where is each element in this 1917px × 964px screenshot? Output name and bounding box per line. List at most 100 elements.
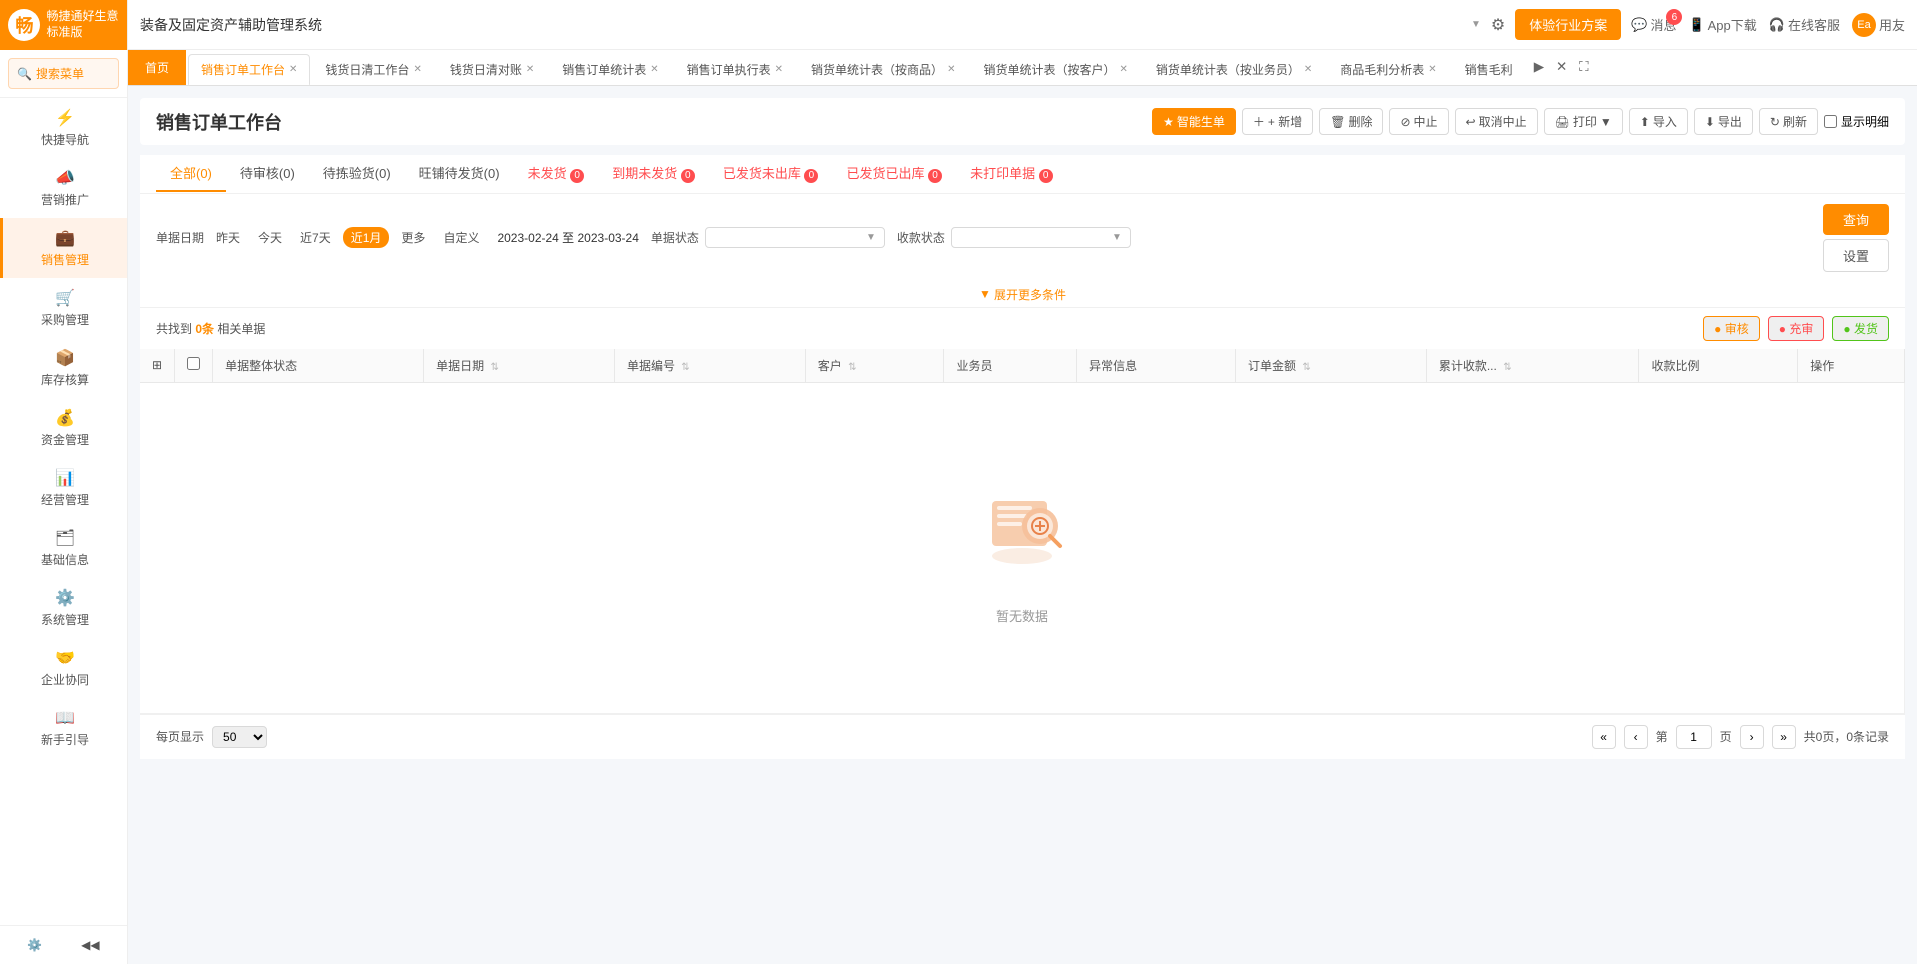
number-sort-icon[interactable]: ⇅ (681, 362, 689, 373)
tab-sales-summary-customer[interactable]: 销货单统计表（按客户） ✕ (970, 53, 1140, 85)
sub-tab-all[interactable]: 全部(0) (156, 155, 226, 192)
tab-sales-stats[interactable]: 销售订单统计表 ✕ (549, 53, 671, 85)
th-number[interactable]: 单据编号 ⇅ (614, 349, 805, 383)
tab-close-sales-order[interactable]: ✕ (289, 64, 297, 75)
tab-cash-daily[interactable]: 钱货日清工作台 ✕ (312, 53, 434, 85)
th-date[interactable]: 单据日期 ⇅ (424, 349, 615, 383)
tab-sales-summary-staff[interactable]: 销货单统计表（按业务员） ✕ (1143, 53, 1325, 85)
print-dropdown-arrow[interactable]: ▼ (1600, 115, 1612, 129)
date-option-more[interactable]: 更多 (395, 227, 431, 248)
sidebar-nav-system[interactable]: ⚙️ 系统管理 (0, 578, 127, 638)
sidebar-logo[interactable]: 畅 畅捷通好生意 标准版 (0, 0, 127, 50)
sidebar-nav-operations[interactable]: 📊 经营管理 (0, 458, 127, 518)
collected-sort-icon[interactable]: ⇅ (1503, 362, 1511, 373)
sidebar-nav-sales[interactable]: 💼 销售管理 (0, 218, 127, 278)
tab-home[interactable]: 首页 (128, 50, 186, 85)
sidebar-nav-marketing[interactable]: 📣 营销推广 (0, 158, 127, 218)
sidebar-nav-enterprise[interactable]: 🤝 企业协同 (0, 638, 127, 698)
tab-close-sales-stats[interactable]: ✕ (650, 64, 658, 75)
import-button[interactable]: ⬆ 导入 (1629, 108, 1688, 135)
search-menu-button[interactable]: 🔍 搜索菜单 (8, 58, 119, 89)
tab-scroll-right[interactable]: ▶ (1528, 50, 1550, 85)
sidebar-nav-finance[interactable]: 💰 资金管理 (0, 398, 127, 458)
query-button[interactable]: 查询 (1823, 204, 1889, 235)
customer-sort-icon[interactable]: ⇅ (848, 362, 856, 373)
settings-button[interactable]: ⚙️ (23, 934, 46, 956)
last-page-button[interactable]: » (1772, 725, 1796, 749)
sidebar-nav-guide[interactable]: 📖 新手引导 (0, 698, 127, 758)
sub-tab-wangpu[interactable]: 旺铺待发货(0) (405, 155, 514, 192)
set-button[interactable]: 设置 (1823, 239, 1889, 272)
page-number-input[interactable] (1676, 725, 1712, 749)
system-dropdown-arrow[interactable]: ▼ (1471, 19, 1481, 30)
refresh-button[interactable]: ↻ 刷新 (1759, 108, 1818, 135)
status-select[interactable]: ▼ (705, 227, 885, 248)
tab-cash-reconcile[interactable]: 钱货日清对账 ✕ (437, 53, 547, 85)
th-customer[interactable]: 客户 ⇅ (805, 349, 944, 383)
expand-filter-bar: ▼ 展开更多条件 (140, 282, 1905, 308)
online-service-button[interactable]: 🎧 在线客服 (1769, 15, 1840, 34)
tab-close-sales-summary-staff[interactable]: ✕ (1304, 64, 1312, 75)
user-button[interactable]: Ea 用友 (1852, 13, 1905, 37)
sub-tab-not-printed[interactable]: 未打印单据 0 (956, 155, 1067, 193)
date-option-7days[interactable]: 近7天 (294, 227, 337, 248)
tab-close-cash-reconcile[interactable]: ✕ (526, 64, 534, 75)
page-size-label: 每页显示 (156, 728, 204, 745)
industry-solution-button[interactable]: 体验行业方案 (1515, 9, 1621, 40)
tab-close-cash-daily[interactable]: ✕ (413, 64, 421, 75)
suspend-button[interactable]: ⊘ 中止 (1389, 108, 1448, 135)
date-option-1month[interactable]: 近1月 (343, 227, 390, 248)
sub-tab-shipped-not-out[interactable]: 已发货未出库 0 (709, 155, 833, 193)
tab-close-sales-summary-product[interactable]: ✕ (947, 64, 955, 75)
date-option-today[interactable]: 今天 (252, 227, 288, 248)
th-collected[interactable]: 累计收款... ⇅ (1426, 349, 1639, 383)
amount-sort-icon[interactable]: ⇅ (1302, 362, 1310, 373)
page-size-select[interactable]: 50 10 20 100 (212, 726, 267, 748)
tab-close-gross-profit[interactable]: ✕ (1428, 64, 1436, 75)
date-option-custom[interactable]: 自定义 (437, 227, 485, 248)
ship-button[interactable]: ● 发货 (1832, 316, 1889, 341)
delete-button[interactable]: 🗑 删除 (1319, 108, 1383, 135)
select-all-checkbox[interactable] (187, 357, 200, 370)
message-button[interactable]: 💬 消息 6 (1631, 15, 1676, 34)
th-check[interactable] (175, 349, 213, 383)
tab-gross-profit[interactable]: 商品毛利分析表 ✕ (1327, 53, 1449, 85)
app-download-button[interactable]: 📱 App下载 (1688, 15, 1756, 34)
payment-select[interactable]: ▼ (951, 227, 1131, 248)
tab-close-all[interactable]: ✕ (1550, 50, 1573, 85)
tab-fullscreen[interactable]: ⛶ (1573, 50, 1594, 85)
sidebar-nav-inventory[interactable]: 📦 库存核算 (0, 338, 127, 398)
th-amount[interactable]: 订单金额 ⇅ (1235, 349, 1426, 383)
sub-tab-pending-check[interactable]: 待拣验货(0) (309, 155, 405, 192)
prev-page-button[interactable]: ‹ (1624, 725, 1648, 749)
sub-tab-overdue[interactable]: 到期未发货 0 (598, 155, 709, 193)
sub-tab-shipped-out[interactable]: 已发货已出库 0 (832, 155, 956, 193)
sidebar-nav-basics[interactable]: 🗂 基础信息 (0, 518, 127, 578)
show-detail-checkbox-label[interactable]: 显示明细 (1824, 113, 1889, 130)
expand-filter-button[interactable]: ▼ 展开更多条件 (979, 286, 1066, 303)
tab-sales-order[interactable]: 销售订单工作台 ✕ (188, 54, 310, 86)
export-button[interactable]: ⬇ 导出 (1694, 108, 1753, 135)
sub-tab-not-shipped[interactable]: 未发货 0 (514, 155, 599, 193)
tab-close-sales-summary-customer[interactable]: ✕ (1119, 64, 1127, 75)
first-page-button[interactable]: « (1592, 725, 1616, 749)
date-option-yesterday[interactable]: 昨天 (210, 227, 246, 248)
date-sort-icon[interactable]: ⇅ (490, 362, 498, 373)
sidebar-nav-quick[interactable]: ⚡ 快捷导航 (0, 98, 127, 158)
tab-sales-more[interactable]: 销售毛利 (1452, 53, 1526, 85)
cancel-suspend-button[interactable]: ↩ 取消中止 (1455, 108, 1538, 135)
tab-sales-exec[interactable]: 销售订单执行表 ✕ (674, 53, 796, 85)
sidebar-nav-purchase[interactable]: 🛒 采购管理 (0, 278, 127, 338)
sub-tab-pending-review[interactable]: 待审核(0) (226, 155, 309, 192)
revoke-button[interactable]: ● 充审 (1768, 316, 1825, 341)
tab-close-sales-exec[interactable]: ✕ (775, 64, 783, 75)
print-button[interactable]: 🖨 打印 ▼ (1544, 108, 1623, 135)
collapse-button[interactable]: ◀◀ (77, 934, 103, 956)
show-detail-checkbox[interactable] (1824, 115, 1837, 128)
tab-sales-summary-product[interactable]: 销货单统计表（按商品） ✕ (798, 53, 968, 85)
gear-settings-icon[interactable]: ⚙ (1491, 15, 1505, 35)
audit-button[interactable]: ● 审核 (1703, 316, 1760, 341)
smart-create-button[interactable]: ★ 智能生单 (1152, 108, 1236, 135)
next-page-button[interactable]: › (1740, 725, 1764, 749)
add-button[interactable]: ＋ + 新增 (1242, 108, 1313, 135)
